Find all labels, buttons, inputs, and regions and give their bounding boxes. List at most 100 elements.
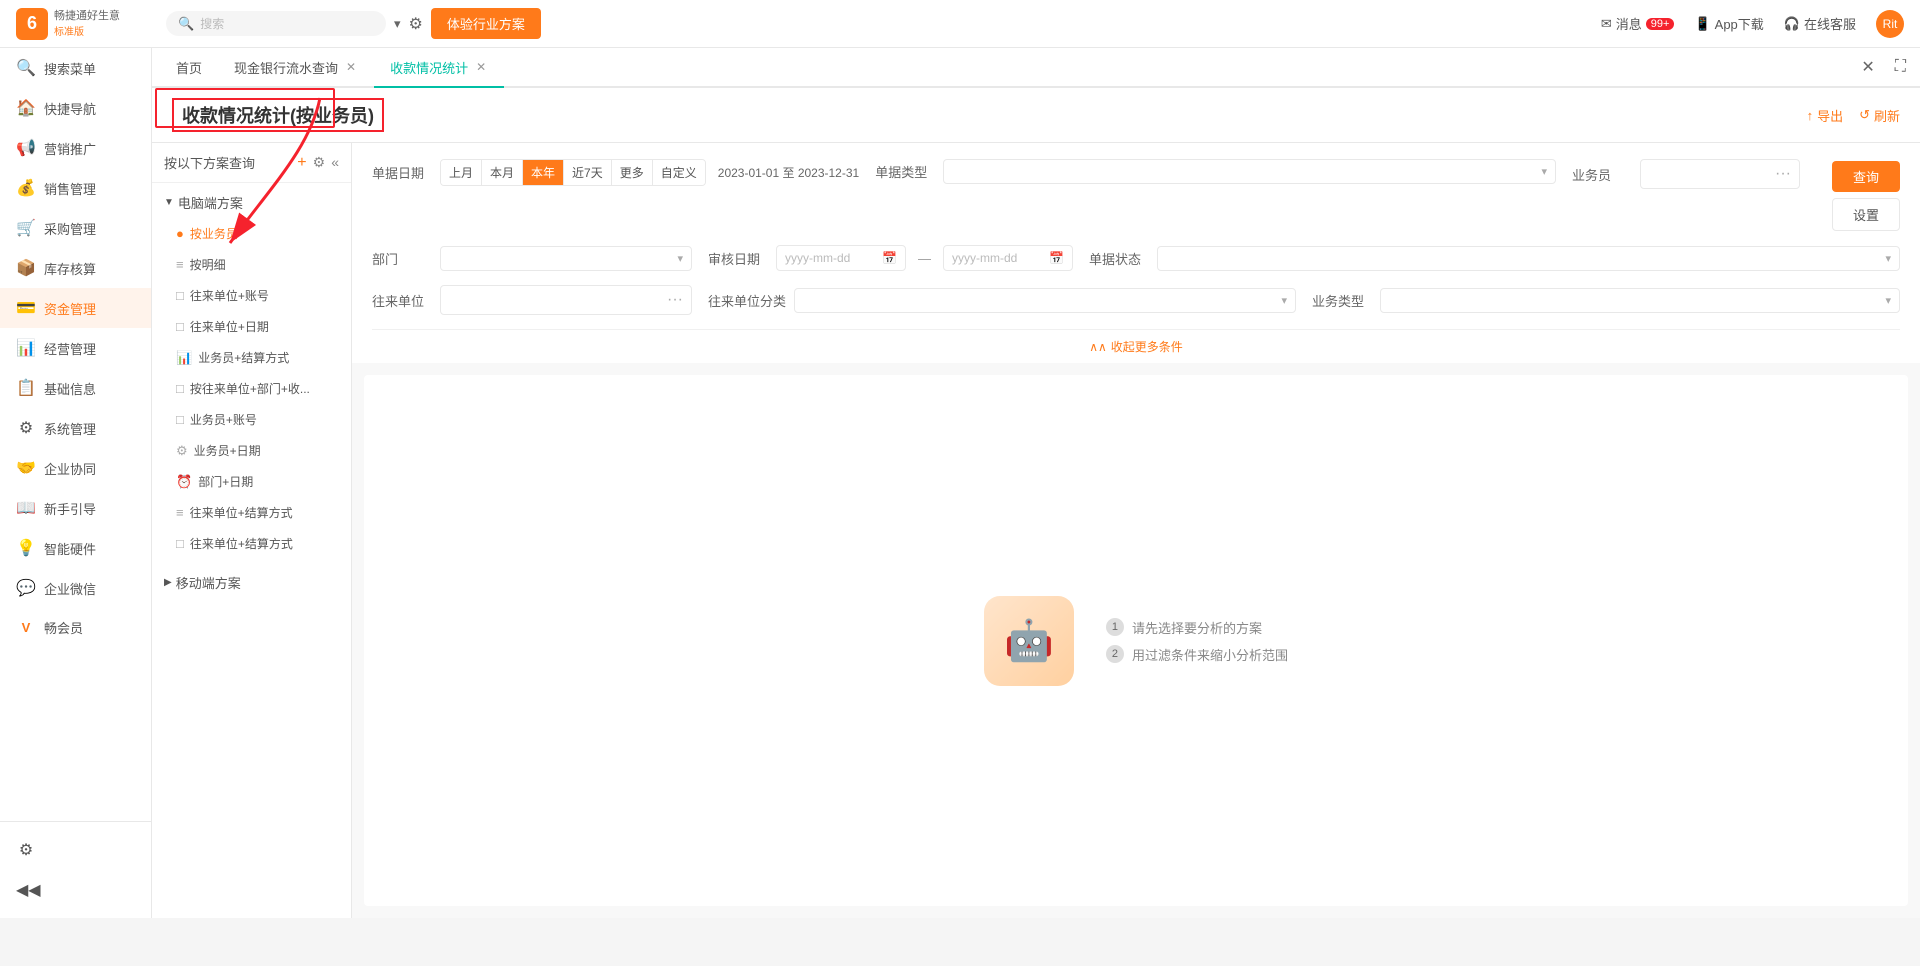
scheme-section-mobile: ▶ 移动端方案 bbox=[152, 563, 351, 602]
sidebar-item-label: 基础信息 bbox=[44, 379, 96, 398]
sidebar-item-basic-info[interactable]: 📋 基础信息 bbox=[0, 368, 151, 408]
sidebar-item-smart[interactable]: 💡 智能硬件 bbox=[0, 528, 151, 568]
scheme-item-staff-date[interactable]: ⚙ 业务员+日期 bbox=[152, 435, 351, 466]
sidebar-bottom: ⚙ ◀◀ bbox=[0, 821, 151, 918]
sidebar-item-label: 资金管理 bbox=[44, 299, 96, 318]
sidebar-item-wechat[interactable]: 💬 企业微信 bbox=[0, 568, 151, 608]
tab-close-btn[interactable]: ✕ bbox=[1855, 53, 1880, 81]
scheme-group-mobile[interactable]: ▶ 移动端方案 bbox=[152, 567, 351, 598]
audit-date-to[interactable]: yyyy-mm-dd 📅 bbox=[943, 245, 1073, 271]
message-badge: 99+ bbox=[1646, 18, 1675, 30]
sidebar-item-sales[interactable]: 💰 销售管理 bbox=[0, 168, 151, 208]
sidebar-item-purchase[interactable]: 🛒 采购管理 bbox=[0, 208, 151, 248]
sidebar: 🔍 搜索菜单 🏠 快捷导航 📢 营销推广 💰 销售管理 🛒 采购管理 📦 库存核… bbox=[0, 48, 152, 918]
date-tab-this-year[interactable]: 本年 bbox=[523, 160, 564, 185]
online-service-action[interactable]: 🎧 在线客服 bbox=[1784, 14, 1856, 33]
scheme-settings-btn[interactable]: ⚙ bbox=[313, 154, 326, 172]
app-logo: 6 bbox=[16, 8, 48, 40]
audit-to-placeholder: yyyy-mm-dd bbox=[952, 251, 1017, 265]
scheme-section-desktop: ▼ 电脑端方案 ● 按业务员 ≡ 按明细 □ 往来单位+账号 bbox=[152, 183, 351, 563]
user-avatar[interactable]: Rit bbox=[1876, 10, 1904, 38]
refresh-button[interactable]: ↺ 刷新 bbox=[1859, 106, 1900, 125]
doc-status-select[interactable]: ▾ bbox=[1157, 246, 1900, 271]
scheme-item-dept-date[interactable]: ⏰ 部门+日期 bbox=[152, 466, 351, 497]
audit-from-placeholder: yyyy-mm-dd bbox=[785, 251, 850, 265]
message-action[interactable]: ✉ 消息 99+ bbox=[1601, 14, 1675, 33]
scheme-collapse-btn[interactable]: « bbox=[331, 154, 339, 172]
tab-maximize-btn[interactable]: ⛶ bbox=[1889, 54, 1912, 80]
marketing-icon: 📢 bbox=[16, 138, 36, 158]
date-tab-last7[interactable]: 近7天 bbox=[564, 160, 612, 185]
empty-step-1: 1 请先选择要分析的方案 bbox=[1106, 618, 1288, 637]
scheme-item-partner-settle1[interactable]: ≡ 往来单位+结算方式 bbox=[152, 497, 351, 528]
content-area: 收款情况统计(按业务员) ↑ 导出 ↺ 刷新 按以下方案查询 + bbox=[152, 88, 1920, 918]
tab-bank-flow[interactable]: 现金银行流水查询 ✕ bbox=[218, 48, 374, 88]
scheme-item-staff-account[interactable]: □ 业务员+账号 bbox=[152, 404, 351, 435]
scheme-item-partner-dept[interactable]: □ 按往来单位+部门+收... bbox=[152, 373, 351, 404]
tab-bank-flow-close[interactable]: ✕ bbox=[344, 58, 358, 76]
audit-date-field: 审核日期 yyyy-mm-dd 📅 — yyyy-mm-dd 📅 bbox=[708, 245, 1073, 271]
scheme-item-staff-settle[interactable]: 📊 业务员+结算方式 bbox=[152, 342, 351, 373]
sidebar-collapse-btn[interactable]: ◀◀ bbox=[0, 870, 151, 910]
doc-type-select[interactable]: ▾ bbox=[943, 159, 1556, 184]
partner-category-label: 往来单位分类 bbox=[708, 291, 786, 310]
partner-select[interactable]: ··· bbox=[440, 285, 692, 315]
sidebar-item-search-menu[interactable]: 🔍 搜索菜单 bbox=[0, 48, 151, 88]
group-arrow-down: ▼ bbox=[164, 197, 174, 208]
scheme-item-by-staff[interactable]: ● 按业务员 bbox=[152, 218, 351, 249]
settings-button[interactable]: 设置 bbox=[1832, 198, 1900, 231]
scheme-item-by-detail[interactable]: ≡ 按明细 bbox=[152, 249, 351, 280]
scheme-item-partner-account[interactable]: □ 往来单位+账号 bbox=[152, 280, 351, 311]
tab-receipt-stats[interactable]: 收款情况统计 ✕ bbox=[374, 48, 504, 88]
partner-category-select[interactable]: ▾ bbox=[794, 288, 1296, 313]
sidebar-item-enterprise[interactable]: 🤝 企业协同 bbox=[0, 448, 151, 488]
dept-select[interactable]: ▾ bbox=[440, 246, 692, 271]
app-download-icon: 📱 bbox=[1694, 16, 1710, 32]
sidebar-item-label: 新手引导 bbox=[44, 499, 96, 518]
staff-select[interactable]: ··· bbox=[1640, 159, 1800, 189]
basic-info-icon: 📋 bbox=[16, 378, 36, 398]
date-filter-control: 上月 本月 本年 近7天 更多 自定义 2023-01-01 至 2023-12… bbox=[440, 159, 859, 186]
tab-receipt-stats-close[interactable]: ✕ bbox=[474, 58, 488, 76]
scheme-item-partner-date[interactable]: □ 往来单位+日期 bbox=[152, 311, 351, 342]
dept-label: 部门 bbox=[372, 249, 432, 268]
biz-type-select[interactable]: ▾ bbox=[1380, 288, 1900, 313]
partner-dots-btn[interactable]: ··· bbox=[667, 291, 683, 309]
staff-date-icon: ⚙ bbox=[176, 443, 188, 459]
export-icon: ↑ bbox=[1807, 108, 1814, 123]
header-dropdown-icon[interactable]: ▾ bbox=[394, 16, 401, 32]
empty-state: 🤖 1 请先选择要分析的方案 2 用过滤条件来缩小分析范围 bbox=[984, 596, 1288, 686]
partner-settle1-icon: ≡ bbox=[176, 505, 184, 520]
scheme-add-btn[interactable]: + bbox=[297, 154, 306, 172]
trial-button[interactable]: 体验行业方案 bbox=[431, 8, 541, 39]
filter-area: 单据日期 上月 本月 本年 近7天 更多 自定义 20 bbox=[352, 143, 1920, 363]
sidebar-item-marketing[interactable]: 📢 营销推广 bbox=[0, 128, 151, 168]
date-tab-custom[interactable]: 自定义 bbox=[653, 160, 705, 185]
scheme-item-partner-settle2[interactable]: □ 往来单位+结算方式 bbox=[152, 528, 351, 559]
sidebar-settings-btn[interactable]: ⚙ bbox=[0, 830, 151, 870]
query-button[interactable]: 查询 bbox=[1832, 161, 1900, 192]
date-tab-last-month[interactable]: 上月 bbox=[441, 160, 482, 185]
search-icon: 🔍 bbox=[178, 16, 194, 32]
sidebar-item-quick-nav[interactable]: 🏠 快捷导航 bbox=[0, 88, 151, 128]
header-search-bar[interactable]: 🔍 搜索 bbox=[166, 11, 386, 36]
scheme-group-desktop[interactable]: ▼ 电脑端方案 bbox=[152, 187, 351, 218]
logo-area: 6 畅捷通好生意 标准版 bbox=[16, 8, 166, 40]
header-settings-icon[interactable]: ⚙ bbox=[409, 14, 423, 34]
tab-home[interactable]: 首页 bbox=[160, 48, 218, 88]
sidebar-item-label: 快捷导航 bbox=[44, 99, 96, 118]
collapse-bar[interactable]: ∧∧ 收起更多条件 bbox=[372, 329, 1900, 363]
staff-dots-btn[interactable]: ··· bbox=[1775, 165, 1791, 183]
app-download-action[interactable]: 📱 App下载 bbox=[1694, 14, 1763, 33]
sidebar-item-finance[interactable]: 💳 资金管理 bbox=[0, 288, 151, 328]
audit-date-from[interactable]: yyyy-mm-dd 📅 bbox=[776, 245, 906, 271]
date-tab-this-month[interactable]: 本月 bbox=[482, 160, 523, 185]
sidebar-item-operation[interactable]: 📊 经营管理 bbox=[0, 328, 151, 368]
date-tab-more[interactable]: 更多 bbox=[612, 160, 653, 185]
export-button[interactable]: ↑ 导出 bbox=[1807, 106, 1844, 125]
sidebar-item-member[interactable]: V 畅会员 bbox=[0, 608, 151, 647]
sidebar-item-label: 采购管理 bbox=[44, 219, 96, 238]
sidebar-item-system[interactable]: ⚙ 系统管理 bbox=[0, 408, 151, 448]
sidebar-item-inventory[interactable]: 📦 库存核算 bbox=[0, 248, 151, 288]
sidebar-item-guide[interactable]: 📖 新手引导 bbox=[0, 488, 151, 528]
